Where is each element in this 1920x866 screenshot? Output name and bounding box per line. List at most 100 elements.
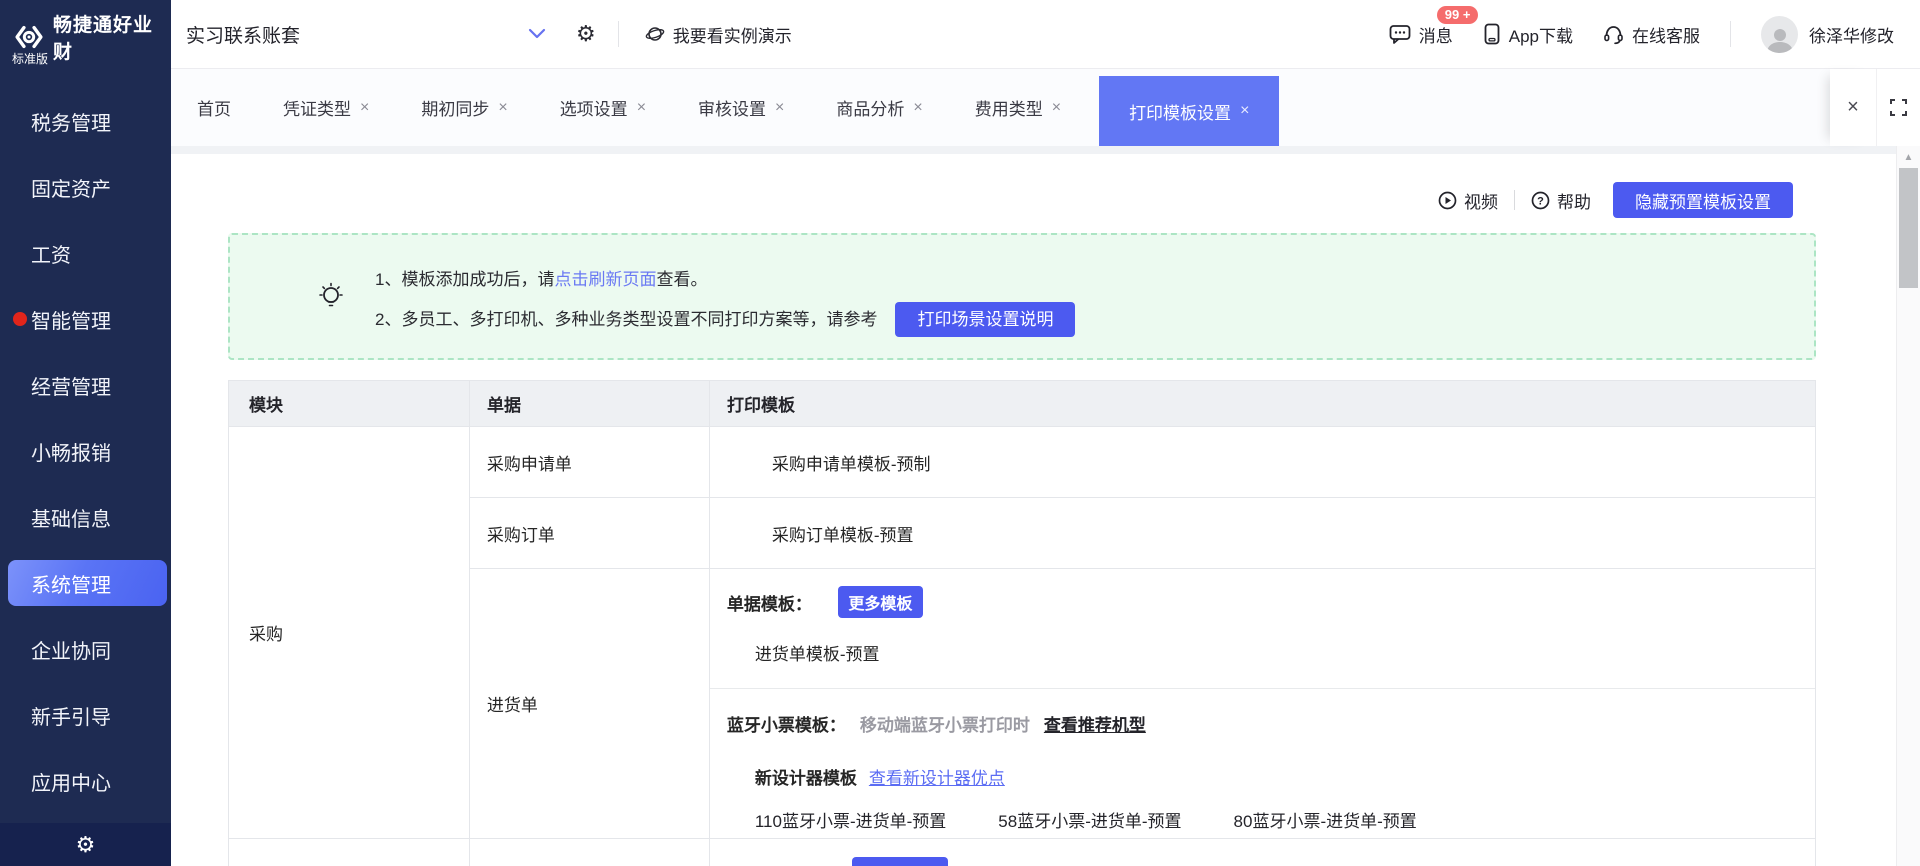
notice-box: 1、模板添加成功后，请点击刷新页面查看。 2、多员工、多打印机、多种业务类型设置… xyxy=(228,233,1816,360)
hide-preset-template-button[interactable]: 隐藏预置模板设置 xyxy=(1613,182,1793,218)
tab-label: 商品分析 xyxy=(836,100,905,119)
template-cell: 更多模板 xyxy=(710,839,1816,866)
template-cell: 采购订单模板-预置 xyxy=(709,498,1816,569)
notice-line2: 2、多员工、多打印机、多种业务类型设置不同打印方案等，请参考 打印场景设置说明 xyxy=(375,302,1076,337)
sidebar-item-guide[interactable]: 新手引导 xyxy=(0,682,171,748)
app-download-button[interactable]: App下载 xyxy=(1483,22,1573,47)
sidebar-item-label: 基础信息 xyxy=(31,508,111,531)
notice-line2-text: 2、多员工、多打印机、多种业务类型设置不同打印方案等，请参考 xyxy=(375,310,878,329)
fullscreen-button[interactable] xyxy=(1876,69,1920,146)
topbar-divider xyxy=(617,21,619,47)
bt-template-item[interactable]: 110蓝牙小票-进货单-预置 xyxy=(755,807,946,832)
tab-audit-settings[interactable]: 审核设置 × xyxy=(698,95,784,120)
close-icon[interactable]: × xyxy=(360,99,369,117)
notice-line1-suffix: 查看。 xyxy=(656,270,708,289)
sidebar-item-label: 应用中心 xyxy=(31,772,111,795)
close-icon[interactable]: × xyxy=(498,99,507,117)
scrollbar-thumb[interactable] xyxy=(1899,168,1918,288)
play-circle-icon xyxy=(1438,191,1457,210)
messages-button[interactable]: 消息 99 + xyxy=(1389,5,1479,47)
sidebar-item-system-mgmt[interactable]: 系统管理 xyxy=(8,560,167,606)
table-row: 进货单 单据模板： 更多模板 进货单模板-预置 蓝牙小票模板： 移动端蓝牙小票打… xyxy=(469,569,1816,839)
print-scene-guide-button[interactable]: 打印场景设置说明 xyxy=(895,302,1076,337)
module-cell xyxy=(229,839,470,866)
close-icon[interactable]: × xyxy=(637,99,646,117)
close-icon[interactable]: × xyxy=(775,99,784,117)
close-icon[interactable]: × xyxy=(1240,102,1249,120)
online-service-button[interactable]: 在线客服 xyxy=(1603,22,1700,47)
tab-voucher-type[interactable]: 凭证类型 × xyxy=(283,95,369,120)
recommended-models-link[interactable]: 查看推荐机型 xyxy=(1044,711,1146,736)
sidebar-item-expense[interactable]: 小畅报销 xyxy=(0,418,171,484)
template-cell: 单据模板： 更多模板 进货单模板-预置 蓝牙小票模板： 移动端蓝牙小票打印时 查… xyxy=(709,569,1816,839)
sidebar-settings-button[interactable]: ⚙ xyxy=(0,823,171,866)
template-name[interactable]: 采购订单模板-预置 xyxy=(727,521,914,546)
video-link[interactable]: 视频 xyxy=(1438,188,1498,213)
sidebar-item-payroll[interactable]: 工资 xyxy=(0,220,171,286)
sidebar-item-label: 小畅报销 xyxy=(31,442,111,465)
close-icon[interactable]: × xyxy=(913,99,922,117)
new-designer-label: 新设计器模板 xyxy=(754,769,857,788)
print-template-table: 模块 单据 打印模板 采购 采购申请单 采购申请单模板-预制 采购订单 采购订单… xyxy=(228,380,1816,866)
tab-expense-type[interactable]: 费用类型 × xyxy=(975,95,1061,120)
account-select[interactable]: 实习联系账套 xyxy=(186,21,546,48)
sidebar-item-label: 智能管理 xyxy=(31,310,111,333)
table-row: 采购申请单 采购申请单模板-预制 xyxy=(469,427,1816,498)
brand-logo-icon xyxy=(12,20,46,54)
user-menu[interactable]: 徐泽华修改 xyxy=(1761,15,1894,53)
online-service-label: 在线客服 xyxy=(1632,26,1700,46)
tab-options[interactable]: 选项设置 × xyxy=(560,95,646,120)
doc-cell xyxy=(470,839,710,866)
user-name: 徐泽华修改 xyxy=(1809,26,1894,46)
video-label: 视频 xyxy=(1464,192,1498,212)
messages-label: 消息 xyxy=(1418,26,1453,46)
sidebar-item-label: 固定资产 xyxy=(31,178,111,201)
refresh-page-link[interactable]: 点击刷新页面 xyxy=(554,270,656,289)
tab-initial-sync[interactable]: 期初同步 × xyxy=(421,95,507,120)
doc-template-label: 单据模板： xyxy=(726,594,812,614)
close-page-button[interactable]: × xyxy=(1830,69,1876,146)
vertical-scrollbar[interactable]: ▲ xyxy=(1896,146,1920,866)
designer-benefits-link[interactable]: 查看新设计器优点 xyxy=(869,764,1005,789)
notice-line1-prefix: 1、模板添加成功后，请 xyxy=(375,270,555,289)
tab-label: 费用类型 xyxy=(974,100,1043,119)
more-templates-button[interactable]: 更多模板 xyxy=(852,857,948,866)
scrollbar-up-arrow-icon[interactable]: ▲ xyxy=(1897,152,1920,163)
gear-icon: ⚙ xyxy=(75,831,96,857)
more-templates-button[interactable]: 更多模板 xyxy=(837,586,923,618)
demo-link[interactable]: 我要看实例演示 xyxy=(645,22,792,47)
app-download-label: App下载 xyxy=(1508,26,1573,46)
sidebar-item-business-mgmt[interactable]: 经营管理 xyxy=(0,352,171,418)
brand-name: 畅捷通好业财 xyxy=(53,15,154,63)
sidebar-item-fixed-assets[interactable]: 固定资产 xyxy=(0,154,171,220)
logo-block: 畅捷通好业财 标准版 xyxy=(0,0,171,69)
doc-cell: 采购申请单 xyxy=(469,427,710,498)
tab-home[interactable]: 首页 xyxy=(197,95,231,120)
tab-label: 首页 xyxy=(197,100,231,119)
sidebar-item-basic-info[interactable]: 基础信息 xyxy=(0,484,171,550)
help-link[interactable]: ? 帮助 xyxy=(1531,188,1591,213)
sidebar-item-label: 经营管理 xyxy=(31,376,111,399)
sidebar-item-tax[interactable]: 税务管理 xyxy=(0,88,171,154)
red-dot-badge xyxy=(13,312,27,326)
sidebar-item-label: 新手引导 xyxy=(31,706,111,729)
template-name[interactable]: 采购申请单模板-预制 xyxy=(727,450,931,475)
demo-label: 我要看实例演示 xyxy=(672,26,792,46)
sidebar-item-app-center[interactable]: 应用中心 xyxy=(0,748,171,814)
bt-template-item[interactable]: 80蓝牙小票-进货单-预置 xyxy=(1234,807,1417,832)
sidebar-item-label: 税务管理 xyxy=(31,112,111,135)
bt-template-item[interactable]: 58蓝牙小票-进货单-预置 xyxy=(998,807,1181,832)
column-header-document: 单据 xyxy=(470,381,710,427)
template-name[interactable]: 进货单模板-预置 xyxy=(755,640,1815,665)
sidebar-item-enterprise[interactable]: 企业协同 xyxy=(0,616,171,682)
main-content: 视频 ? 帮助 隐藏预置模板设置 1、模板添加成功后，请点击刷新页面查看。 2、… xyxy=(171,154,1896,866)
close-icon[interactable]: × xyxy=(1052,99,1061,117)
notice-line1: 1、模板添加成功后，请点击刷新页面查看。 xyxy=(375,262,1075,297)
tab-label: 凭证类型 xyxy=(283,100,351,119)
tab-product-analysis[interactable]: 商品分析 × xyxy=(836,95,922,120)
phone-icon xyxy=(1483,23,1501,45)
tab-print-template-settings[interactable]: 打印模板设置 × xyxy=(1099,76,1280,146)
gear-icon[interactable]: ⚙ xyxy=(576,23,596,45)
table-row: 采购订单 采购订单模板-预置 xyxy=(469,498,1816,569)
sidebar-item-smart-mgmt[interactable]: 智能管理 xyxy=(0,286,171,352)
